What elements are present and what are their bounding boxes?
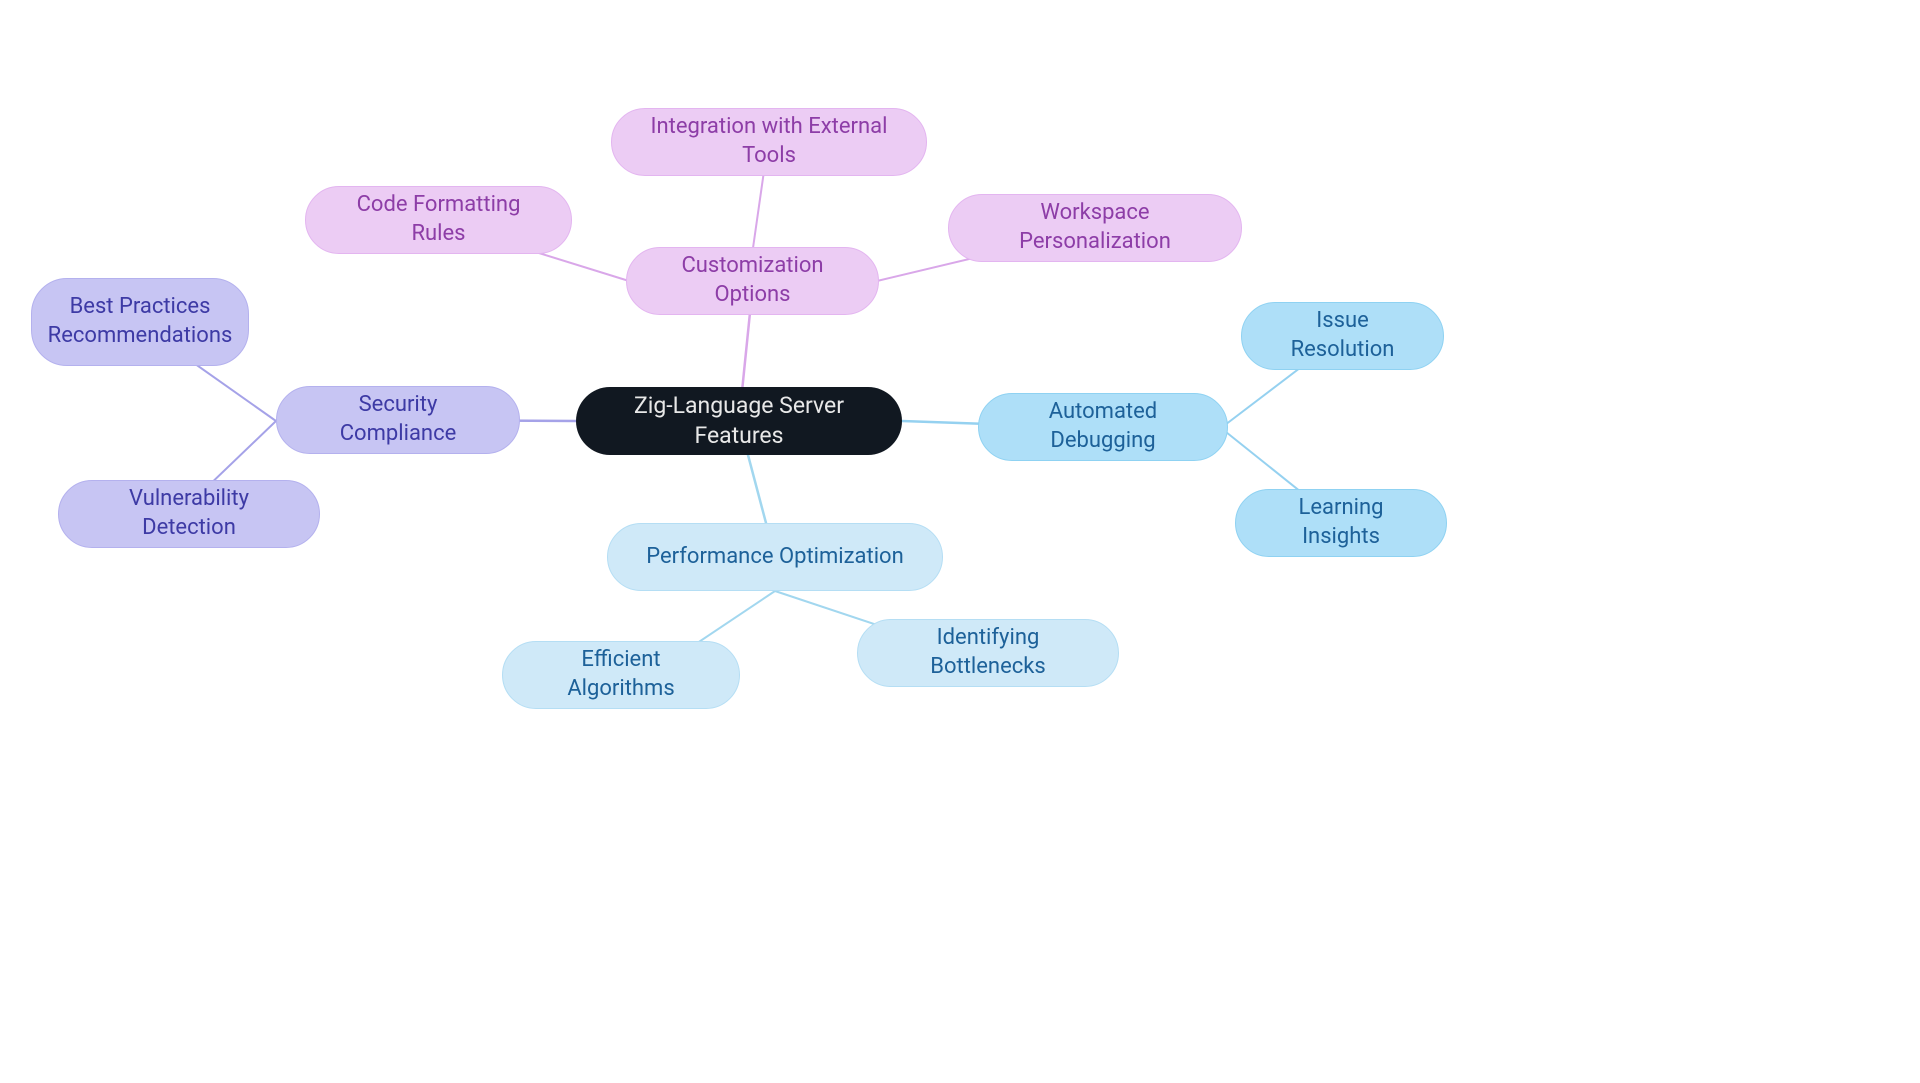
- node-formatting: Code Formatting Rules: [305, 186, 572, 254]
- label-vulnerability: Vulnerability Detection: [89, 485, 289, 542]
- label-formatting: Code Formatting Rules: [336, 191, 541, 248]
- label-integration: Integration with External Tools: [642, 113, 896, 170]
- node-algorithms: Efficient Algorithms: [502, 641, 740, 709]
- node-debugging: Automated Debugging: [978, 393, 1228, 461]
- node-vulnerability: Vulnerability Detection: [58, 480, 320, 548]
- mindmap-canvas: Zig-Language Server Features Customizati…: [0, 0, 1920, 1083]
- label-debugging: Automated Debugging: [1009, 398, 1197, 455]
- label-workspace: Workspace Personalization: [979, 199, 1211, 256]
- node-bottlenecks: Identifying Bottlenecks: [857, 619, 1119, 687]
- center-label: Zig-Language Server Features: [606, 391, 872, 451]
- label-best-practices: Best Practices Recommendations: [48, 293, 233, 350]
- label-performance: Performance Optimization: [646, 543, 904, 572]
- node-learning: Learning Insights: [1235, 489, 1447, 557]
- label-bottlenecks: Identifying Bottlenecks: [888, 624, 1088, 681]
- label-customization: Customization Options: [657, 252, 848, 309]
- node-customization: Customization Options: [626, 247, 879, 315]
- node-workspace: Workspace Personalization: [948, 194, 1242, 262]
- node-issue-resolution: Issue Resolution: [1241, 302, 1444, 370]
- node-best-practices: Best Practices Recommendations: [31, 278, 249, 366]
- label-algorithms: Efficient Algorithms: [533, 646, 709, 703]
- label-learning: Learning Insights: [1266, 494, 1416, 551]
- label-security: Security Compliance: [307, 391, 489, 448]
- label-issue-resolution: Issue Resolution: [1272, 307, 1413, 364]
- center-node: Zig-Language Server Features: [576, 387, 902, 455]
- node-performance: Performance Optimization: [607, 523, 943, 591]
- node-security: Security Compliance: [276, 386, 520, 454]
- node-integration: Integration with External Tools: [611, 108, 927, 176]
